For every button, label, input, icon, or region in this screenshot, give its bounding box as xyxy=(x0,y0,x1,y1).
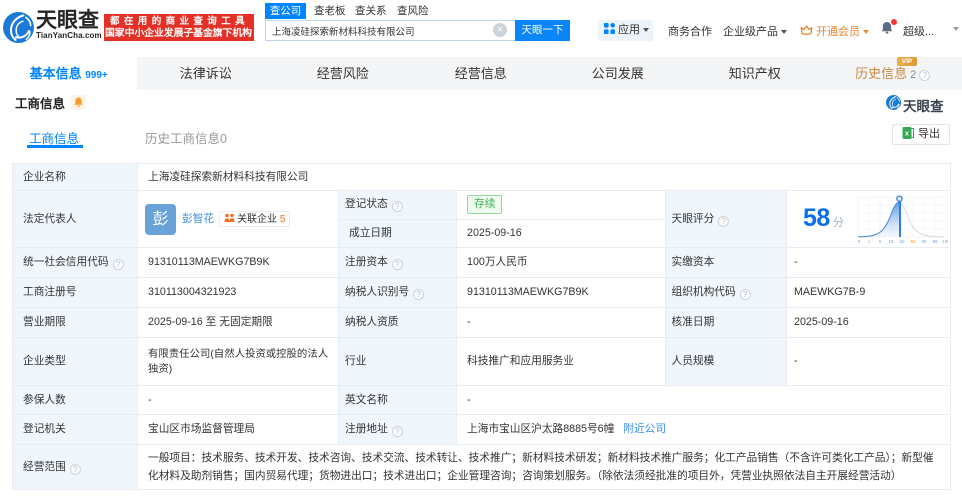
svg-text:100: 100 xyxy=(942,239,948,244)
svg-text:0: 0 xyxy=(858,239,861,244)
svg-text:5: 5 xyxy=(879,239,882,244)
svg-text:50: 50 xyxy=(899,239,905,244)
svg-text:x: x xyxy=(905,131,909,138)
svg-text:95: 95 xyxy=(921,239,927,244)
svg-text:1: 1 xyxy=(868,239,871,244)
svg-text:82: 82 xyxy=(910,239,916,244)
svg-text:18: 18 xyxy=(888,239,894,244)
svg-text:99: 99 xyxy=(932,239,938,244)
